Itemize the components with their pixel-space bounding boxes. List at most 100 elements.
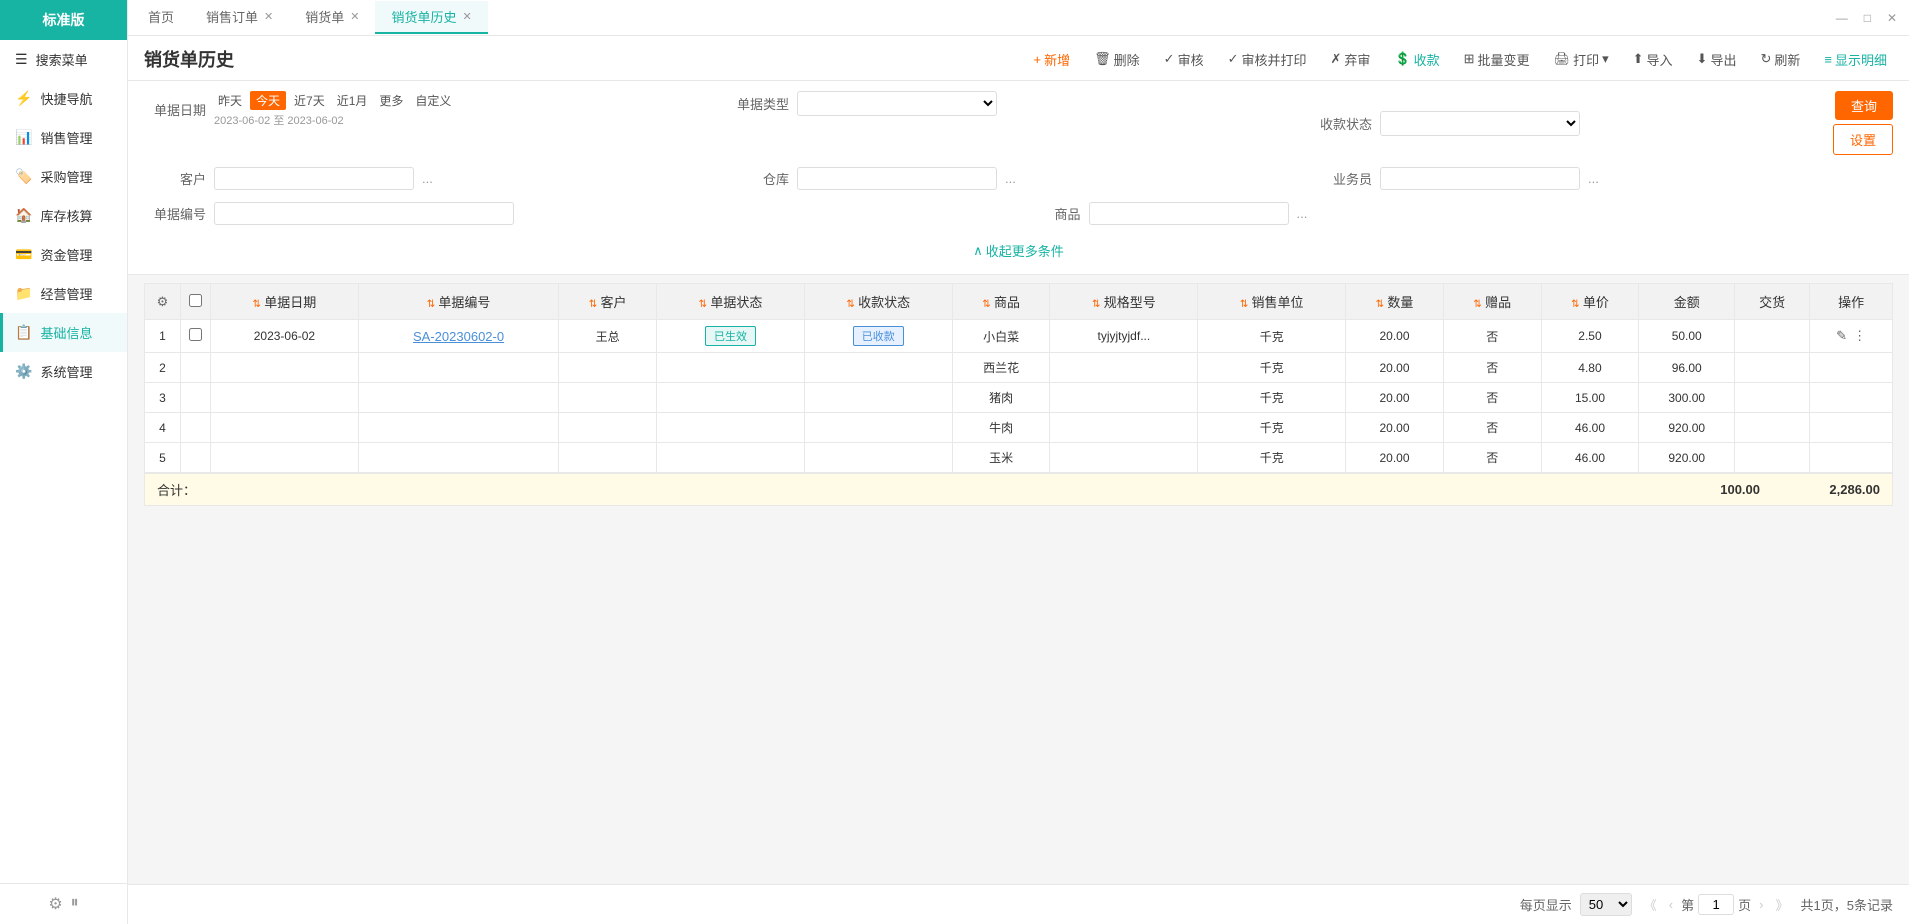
goods-col-header[interactable]: ⇅ 商品 bbox=[952, 284, 1050, 320]
tab-sales-order-close[interactable]: ✕ bbox=[264, 10, 273, 23]
row-doc-no bbox=[358, 413, 558, 443]
row-doc-status bbox=[657, 413, 805, 443]
data-table: ⚙ ⇅ 单据日期 ⇅ 单据编号 bbox=[144, 283, 1893, 473]
row-num: 4 bbox=[145, 413, 181, 443]
date-shortcut-custom[interactable]: 自定义 bbox=[411, 91, 455, 110]
row-more-icon[interactable]: ⋮ bbox=[1853, 328, 1866, 344]
doc-type-select[interactable] bbox=[797, 91, 997, 116]
filter-row-2: 客户 ... 仓库 ... 业务员 bbox=[144, 167, 1893, 194]
page-prev-btn[interactable]: ‹ bbox=[1665, 895, 1677, 914]
doc-no-input[interactable] bbox=[214, 202, 514, 225]
query-button[interactable]: 查询 bbox=[1835, 91, 1893, 120]
tab-home[interactable]: 首页 bbox=[132, 1, 190, 34]
row-checkbox[interactable] bbox=[189, 328, 202, 341]
audit-print-button[interactable]: ✓ 审核并打印 bbox=[1222, 47, 1313, 72]
sidebar-item-quick-nav[interactable]: ⚡ 快捷导航 bbox=[0, 79, 127, 118]
page-first-btn[interactable]: 《 bbox=[1640, 893, 1661, 916]
audit-button[interactable]: ✓ 审核 bbox=[1158, 47, 1210, 72]
salesperson-input[interactable] bbox=[1380, 167, 1580, 190]
spec-col-header[interactable]: ⇅ 规格型号 bbox=[1050, 284, 1198, 320]
date-shortcut-1month[interactable]: 近1月 bbox=[333, 91, 372, 110]
sidebar-item-finance-mgmt[interactable]: 💳 资金管理 bbox=[0, 235, 127, 274]
row-edit-icon[interactable]: ✎ bbox=[1836, 328, 1847, 344]
salesperson-picker-icon[interactable]: ... bbox=[1584, 171, 1603, 186]
date-shortcut-more[interactable]: 更多 bbox=[375, 91, 407, 110]
sidebar-item-inventory-calc[interactable]: 🏠 库存核算 bbox=[0, 196, 127, 235]
select-all-checkbox[interactable] bbox=[189, 294, 202, 307]
row-quantity: 20.00 bbox=[1346, 353, 1444, 383]
business-mgmt-icon: 📁 bbox=[15, 285, 32, 302]
goods-input[interactable] bbox=[1089, 202, 1289, 225]
sidebar-item-system-mgmt[interactable]: ⚙️ 系统管理 bbox=[0, 352, 127, 391]
operation-col-header: 操作 bbox=[1810, 284, 1893, 320]
main-area: 首页 销售订单 ✕ 销货单 ✕ 销货单历史 ✕ — □ ✕ 销货单历史 + 新 bbox=[128, 0, 1909, 924]
add-button[interactable]: + 新增 bbox=[1028, 47, 1077, 72]
sidebar-item-sales-mgmt[interactable]: 📊 销售管理 bbox=[0, 118, 127, 157]
window-minimize-btn[interactable]: — bbox=[1828, 7, 1856, 29]
tab-sales-goods-close[interactable]: ✕ bbox=[350, 10, 359, 23]
date-shortcut-yesterday[interactable]: 昨天 bbox=[214, 91, 246, 110]
date-shortcut-7days[interactable]: 近7天 bbox=[290, 91, 329, 110]
date-shortcut-today[interactable]: 今天 bbox=[250, 91, 286, 110]
doc-no-col-header[interactable]: ⇅ 单据编号 bbox=[358, 284, 558, 320]
table-row: 5玉米千克20.00否46.00920.00 bbox=[145, 443, 1893, 473]
batch-change-button[interactable]: ⊞ 批量变更 bbox=[1458, 47, 1536, 72]
page-next-btn[interactable]: › bbox=[1755, 895, 1767, 914]
doc-date-col-header[interactable]: ⇅ 单据日期 bbox=[211, 284, 359, 320]
batch-change-icon: ⊞ bbox=[1464, 51, 1475, 67]
sidebar-item-search-menu[interactable]: ☰ 搜索菜单 bbox=[0, 40, 127, 79]
warehouse-input[interactable] bbox=[797, 167, 997, 190]
customer-col-header[interactable]: ⇅ 客户 bbox=[559, 284, 657, 320]
unit-price-col-header[interactable]: ⇅ 单价 bbox=[1541, 284, 1639, 320]
warehouse-picker-icon[interactable]: ... bbox=[1001, 171, 1020, 186]
quantity-col-header[interactable]: ⇅ 数量 bbox=[1346, 284, 1444, 320]
row-unit-price: 15.00 bbox=[1541, 383, 1639, 413]
page-nav: 《 ‹ 第 页 › 》 bbox=[1640, 893, 1793, 916]
page-size-select[interactable]: 50 20 100 bbox=[1580, 893, 1632, 916]
import-button[interactable]: ⬆ 导入 bbox=[1627, 47, 1679, 72]
show-detail-button[interactable]: ≡ 显示明细 bbox=[1818, 47, 1893, 72]
row-num: 1 bbox=[145, 320, 181, 353]
doc-status-col-header[interactable]: ⇅ 单据状态 bbox=[657, 284, 805, 320]
abandon-button[interactable]: ✗ 弃审 bbox=[1325, 47, 1377, 72]
goods-picker-icon[interactable]: ... bbox=[1293, 206, 1312, 221]
collect-status-select[interactable] bbox=[1380, 111, 1580, 136]
page-input[interactable] bbox=[1698, 894, 1734, 915]
audit-icon: ✓ bbox=[1164, 51, 1175, 67]
sidebar-pause-icon[interactable]: ⏸ bbox=[71, 894, 79, 914]
row-checkbox-cell bbox=[181, 383, 211, 413]
customer-picker-icon[interactable]: ... bbox=[418, 171, 437, 186]
gift-col-header[interactable]: ⇅ 赠品 bbox=[1443, 284, 1541, 320]
sidebar-item-basic-info[interactable]: 📋 基础信息 bbox=[0, 313, 127, 352]
sidebar-item-label: 搜索菜单 bbox=[36, 50, 88, 69]
window-close-btn[interactable]: ✕ bbox=[1879, 7, 1905, 29]
doc-type-filter-value bbox=[797, 91, 1310, 116]
collect-status-col-header[interactable]: ⇅ 收款状态 bbox=[804, 284, 952, 320]
sales-unit-col-header[interactable]: ⇅ 销售单位 bbox=[1198, 284, 1346, 320]
doc-no-link[interactable]: SA-20230602-0 bbox=[413, 329, 504, 344]
set-button[interactable]: 设置 bbox=[1833, 124, 1893, 155]
customer-input[interactable] bbox=[214, 167, 414, 190]
settings-col-header[interactable]: ⚙ bbox=[145, 284, 181, 320]
tab-sales-history[interactable]: 销货单历史 ✕ bbox=[375, 1, 487, 34]
print-button[interactable]: 🖨 打印 ▾ bbox=[1548, 47, 1615, 72]
sidebar-item-purchase-mgmt[interactable]: 🏷️ 采购管理 bbox=[0, 157, 127, 196]
tab-sales-goods[interactable]: 销货单 ✕ bbox=[289, 1, 375, 34]
delete-button[interactable]: 🗑 删除 bbox=[1088, 47, 1146, 72]
row-delivery bbox=[1735, 413, 1810, 443]
tab-sales-order[interactable]: 销售订单 ✕ bbox=[190, 1, 289, 34]
collapse-button[interactable]: ∧ 收起更多条件 bbox=[969, 237, 1068, 264]
refresh-button[interactable]: ↻ 刷新 bbox=[1754, 47, 1806, 72]
sidebar-settings-icon[interactable]: ⚙ bbox=[48, 894, 62, 914]
sidebar-item-business-mgmt[interactable]: 📁 经营管理 bbox=[0, 274, 127, 313]
audit-print-label: 审核并打印 bbox=[1242, 50, 1307, 69]
settings-col-icon[interactable]: ⚙ bbox=[157, 294, 169, 309]
row-doc-date bbox=[211, 413, 359, 443]
window-maximize-btn[interactable]: □ bbox=[1856, 7, 1879, 29]
page-last-btn[interactable]: 》 bbox=[1772, 893, 1793, 916]
export-button[interactable]: ⬇ 导出 bbox=[1691, 47, 1743, 72]
collect-status-filter-value bbox=[1380, 111, 1821, 136]
tab-sales-history-close[interactable]: ✕ bbox=[463, 10, 472, 23]
collect-button[interactable]: 💲 收款 bbox=[1388, 47, 1445, 72]
doc-no-col-label: 单据编号 bbox=[438, 295, 490, 310]
